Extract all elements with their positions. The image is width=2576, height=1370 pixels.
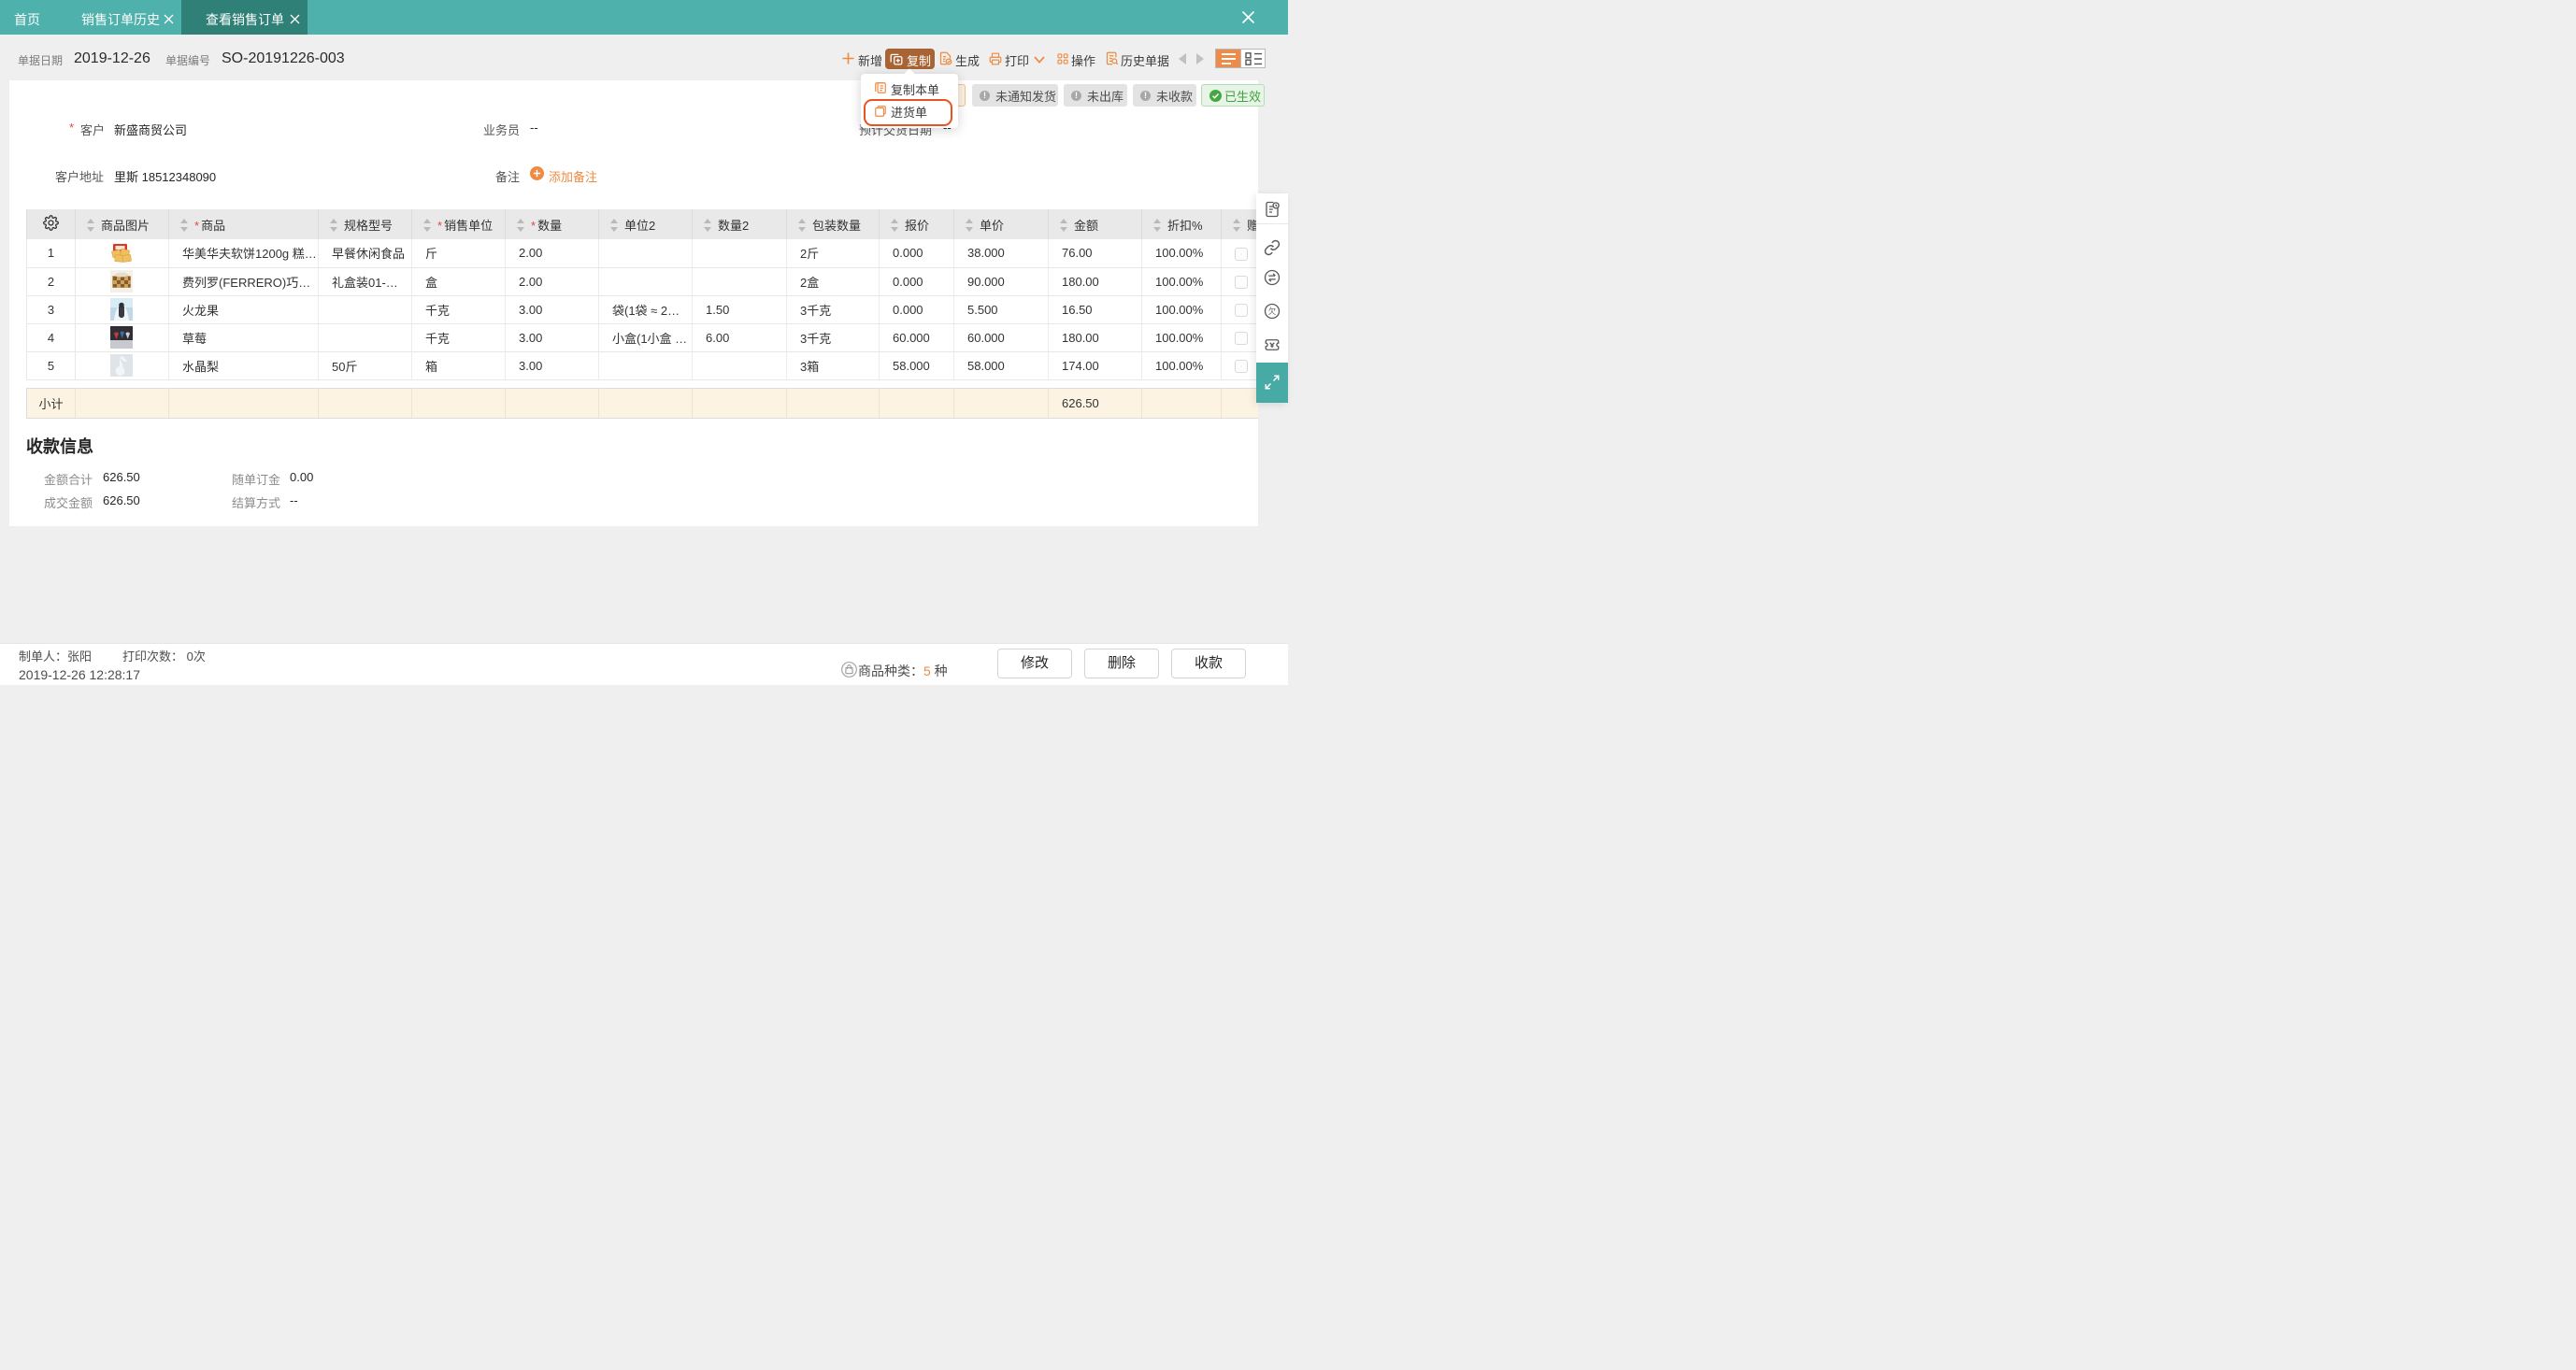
svg-text:欠: 欠 <box>1268 307 1276 316</box>
